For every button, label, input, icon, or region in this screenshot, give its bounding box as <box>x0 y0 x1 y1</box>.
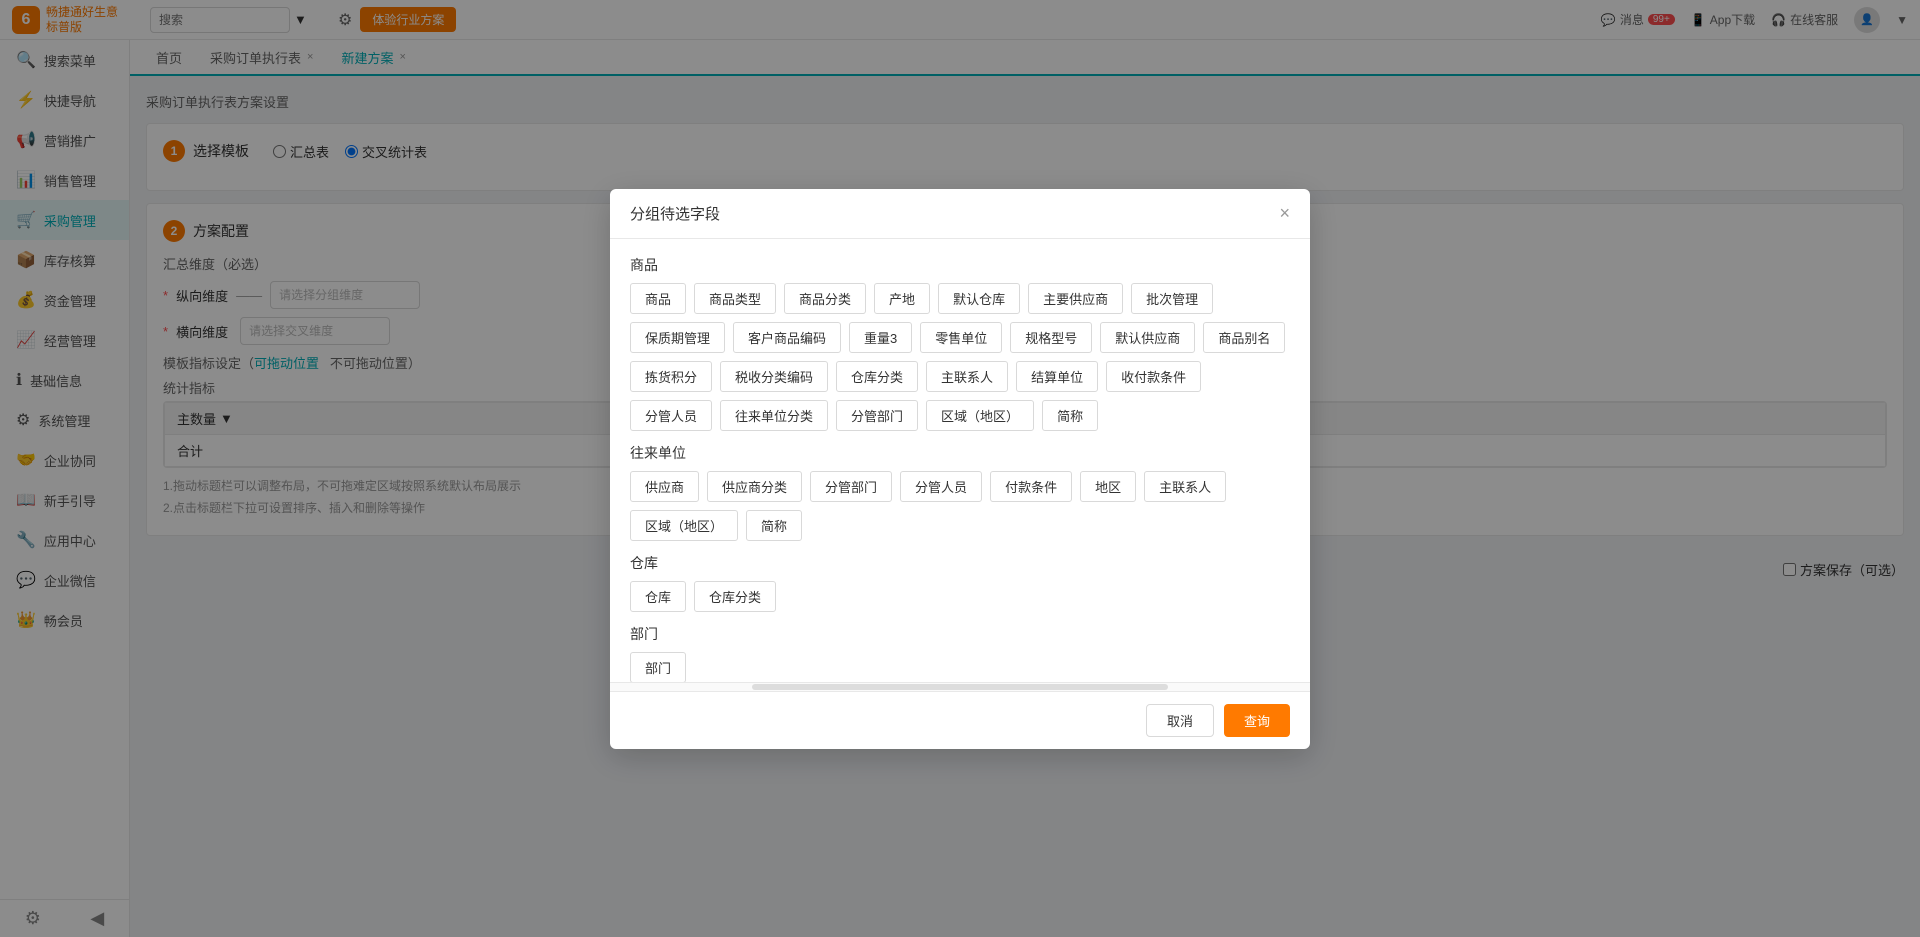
modal-confirm-button[interactable]: 查询 <box>1224 704 1290 737</box>
chip-pay-terms-partner[interactable]: 付款条件 <box>990 471 1072 502</box>
chip-spec-model[interactable]: 规格型号 <box>1010 322 1092 353</box>
chip-dept[interactable]: 部门 <box>630 652 686 683</box>
modal-hscroll[interactable] <box>610 682 1310 690</box>
chip-person-partner[interactable]: 分管人员 <box>900 471 982 502</box>
modal-title: 分组待选字段 <box>630 203 720 224</box>
chip-dept-partner[interactable]: 分管部门 <box>810 471 892 502</box>
chip-main-contact[interactable]: 主联系人 <box>926 361 1008 392</box>
modal-close-button[interactable]: × <box>1279 203 1290 224</box>
chip-main-supplier[interactable]: 主要供应商 <box>1028 283 1123 314</box>
chip-supervise-dept[interactable]: 分管部门 <box>836 400 918 431</box>
field-chips-warehouse: 仓库 仓库分类 <box>630 581 1290 612</box>
modal-body[interactable]: 商品 商品 商品类型 商品分类 产地 默认仓库 主要供应商 批次管理 保质期管理… <box>610 239 1310 683</box>
chip-tax-code[interactable]: 税收分类编码 <box>720 361 828 392</box>
chip-contact-partner[interactable]: 主联系人 <box>1144 471 1226 502</box>
chip-goods-type[interactable]: 商品类型 <box>694 283 776 314</box>
chip-short-name-partner[interactable]: 简称 <box>746 510 802 541</box>
chip-supplier-category[interactable]: 供应商分类 <box>707 471 802 502</box>
chip-default-warehouse[interactable]: 默认仓库 <box>938 283 1020 314</box>
chip-region-partner[interactable]: 地区 <box>1080 471 1136 502</box>
section-title-goods: 商品 <box>630 255 1290 275</box>
chip-partner-category[interactable]: 往来单位分类 <box>720 400 828 431</box>
modal-cancel-button[interactable]: 取消 <box>1146 704 1214 737</box>
modal-overlay: 分组待选字段 × 商品 商品 商品类型 商品分类 产地 默认仓库 主要供应商 批… <box>0 0 1920 937</box>
chip-settlement-unit[interactable]: 结算单位 <box>1016 361 1098 392</box>
section-title-warehouse: 仓库 <box>630 553 1290 573</box>
modal-hscroll-thumb <box>752 684 1167 690</box>
chip-retail-unit[interactable]: 零售单位 <box>920 322 1002 353</box>
chip-weight3[interactable]: 重量3 <box>849 322 912 353</box>
field-chips-goods: 商品 商品类型 商品分类 产地 默认仓库 主要供应商 批次管理 保质期管理 客户… <box>630 283 1290 431</box>
chip-payment-terms[interactable]: 收付款条件 <box>1106 361 1201 392</box>
section-title-dept: 部门 <box>630 624 1290 644</box>
field-chips-dept: 部门 <box>630 652 1290 683</box>
chip-default-supplier[interactable]: 默认供应商 <box>1100 322 1195 353</box>
modal-header: 分组待选字段 × <box>610 189 1310 239</box>
chip-pick-points[interactable]: 拣货积分 <box>630 361 712 392</box>
chip-warehouse-category[interactable]: 仓库分类 <box>836 361 918 392</box>
chip-area-partner[interactable]: 区域（地区） <box>630 510 738 541</box>
section-title-partner: 往来单位 <box>630 443 1290 463</box>
chip-supplier[interactable]: 供应商 <box>630 471 699 502</box>
modal-footer: 取消 查询 <box>610 691 1310 749</box>
chip-origin[interactable]: 产地 <box>874 283 930 314</box>
chip-batch-mgmt[interactable]: 批次管理 <box>1131 283 1213 314</box>
chip-supervisor[interactable]: 分管人员 <box>630 400 712 431</box>
field-select-modal: 分组待选字段 × 商品 商品 商品类型 商品分类 产地 默认仓库 主要供应商 批… <box>610 189 1310 749</box>
field-chips-partner: 供应商 供应商分类 分管部门 分管人员 付款条件 地区 主联系人 区域（地区） … <box>630 471 1290 541</box>
chip-goods-alias[interactable]: 商品别名 <box>1203 322 1285 353</box>
chip-region-goods[interactable]: 区域（地区） <box>926 400 1034 431</box>
chip-expiry-mgmt[interactable]: 保质期管理 <box>630 322 725 353</box>
chip-customer-code[interactable]: 客户商品编码 <box>733 322 841 353</box>
chip-warehouse[interactable]: 仓库 <box>630 581 686 612</box>
chip-warehouse-cat[interactable]: 仓库分类 <box>694 581 776 612</box>
chip-goods-category[interactable]: 商品分类 <box>784 283 866 314</box>
chip-goods[interactable]: 商品 <box>630 283 686 314</box>
chip-short-name-goods[interactable]: 简称 <box>1042 400 1098 431</box>
